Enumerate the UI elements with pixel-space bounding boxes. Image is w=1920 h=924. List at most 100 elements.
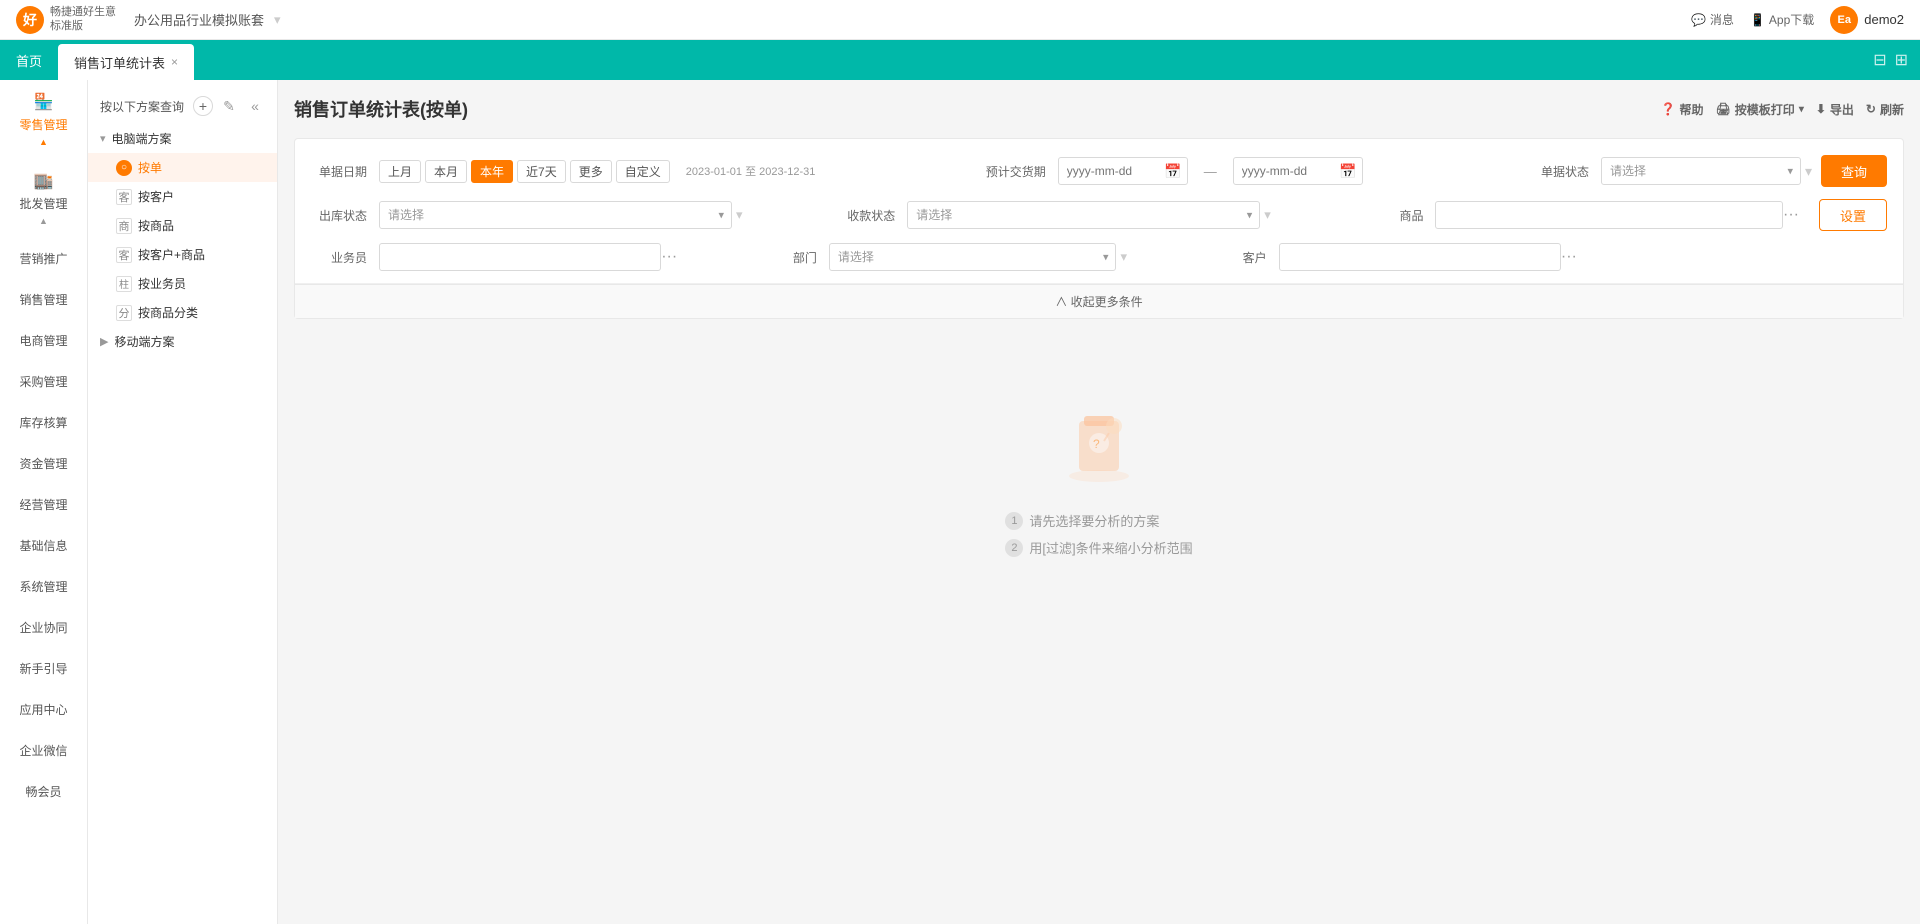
content-area: 按以下方案查询 + ✎ « ▾ 电脑端方案 ○ 按单 客 按客户 (88, 80, 1920, 924)
sidebar-item-finance[interactable]: 资金管理 (0, 443, 87, 484)
message-icon: 💬 (1691, 13, 1706, 27)
add-scheme-button[interactable]: + (193, 96, 213, 116)
settings-button[interactable]: 设置 (1819, 199, 1887, 231)
left-panel: 按以下方案查询 + ✎ « ▾ 电脑端方案 ○ 按单 客 按客户 (88, 80, 278, 924)
tree-item-by-goods-category[interactable]: 分 按商品分类 (88, 298, 277, 327)
query-button[interactable]: 查询 (1821, 155, 1887, 187)
sidebar-item-purchase[interactable]: 采购管理 (0, 361, 87, 402)
export-icon: ⬇ (1816, 102, 1826, 116)
order-scheme-icon: ○ (116, 160, 132, 176)
dept-arrow-icon: ▾ (1120, 249, 1127, 265)
tab-minimize-icon[interactable]: ⊟ (1873, 50, 1886, 70)
tree-item-by-customer-goods[interactable]: 客 按客户+商品 (88, 240, 277, 269)
sidebar-item-marketing[interactable]: 营销推广 (0, 238, 87, 279)
template-print-button[interactable]: 🖨 按模板打印 ▾ (1716, 101, 1804, 118)
status-select[interactable]: 请选择 待审核 已审核 已关闭 (1601, 157, 1801, 185)
message-button[interactable]: 💬 消息 (1691, 11, 1734, 28)
edit-scheme-button[interactable]: ✎ (219, 96, 239, 116)
filter-row-3: 业务员 ··· 部门 请选择 ▾ (311, 243, 1887, 271)
panel-header: 按以下方案查询 + ✎ « (88, 88, 277, 124)
tree-section-pc[interactable]: ▾ 电脑端方案 (88, 124, 277, 153)
logo-area: 好 畅捷通好生意 标准版 (16, 6, 116, 34)
expected-date-from-wrap: 📅 (1058, 157, 1188, 185)
top-bar: 好 畅捷通好生意 标准版 办公用品行业模拟账套 ▾ 💬 消息 📱 App下载 E… (0, 0, 1920, 40)
tree-item-by-goods[interactable]: 商 按商品 (88, 211, 277, 240)
panel-header-label: 按以下方案查询 (100, 98, 184, 115)
tree-item-by-salesperson[interactable]: 柱 按业务员 (88, 269, 277, 298)
sidebar-item-operation[interactable]: 经营管理 (0, 484, 87, 525)
sidebar-item-ecommerce[interactable]: 电商管理 (0, 320, 87, 361)
user-name: demo2 (1864, 12, 1904, 27)
filter-row-1: 单据日期 上月 本月 本年 近7天 更多 自定义 2023-01-01 至 20… (311, 155, 1887, 187)
date-btn-last-month[interactable]: 上月 (379, 160, 421, 183)
tree-item-by-order[interactable]: ○ 按单 (88, 153, 277, 182)
date-btn-this-year[interactable]: 本年 (471, 160, 513, 183)
sidebar-item-retail[interactable]: 🏪 零售管理 ▲ (0, 80, 87, 159)
sales-order-tab-label: 销售订单统计表 (74, 53, 165, 72)
page-title: 销售订单统计表(按单) (294, 96, 468, 122)
customer-input[interactable] (1279, 243, 1561, 271)
stock-arrow-icon: ▾ (736, 207, 743, 223)
sidebar-item-wholesale[interactable]: 🏬 批发管理 ▲ (0, 159, 87, 238)
breadcrumb-title: 办公用品行业模拟账套 (134, 10, 264, 29)
avatar: Ea (1830, 6, 1858, 34)
status-select-wrap: 请选择 待审核 已审核 已关闭 (1601, 157, 1801, 185)
top-bar-left: 好 畅捷通好生意 标准版 办公用品行业模拟账套 ▾ (16, 6, 281, 34)
salesperson-label: 业务员 (311, 249, 367, 266)
sidebar-item-basic[interactable]: 基础信息 (0, 525, 87, 566)
salesperson-scheme-icon: 柱 (116, 276, 132, 292)
sidebar: 🏪 零售管理 ▲ 🏬 批发管理 ▲ 营销推广 销售管理 电商管理 采购管理 库存… (0, 80, 88, 924)
goods-filter-label: 商品 (1367, 207, 1423, 224)
dept-label: 部门 (761, 249, 817, 266)
export-button[interactable]: ⬇ 导出 (1816, 101, 1854, 118)
category-scheme-icon: 分 (116, 305, 132, 321)
dept-select[interactable]: 请选择 (829, 243, 1117, 271)
refresh-button[interactable]: ↻ 刷新 (1866, 101, 1904, 118)
customer-label: 客户 (1211, 249, 1267, 266)
empty-tips: 1 请先选择要分析的方案 2 用[过滤]条件来缩小分析范围 (1005, 511, 1192, 565)
logo-text: 畅捷通好生意 标准版 (50, 6, 116, 32)
print-icon: 🖨 (1716, 102, 1731, 116)
stock-status-select[interactable]: 请选择 (379, 201, 732, 229)
sidebar-item-sales[interactable]: 销售管理 (0, 279, 87, 320)
expected-date-label: 预计交货期 (986, 163, 1046, 180)
filter-area: 单据日期 上月 本月 本年 近7天 更多 自定义 2023-01-01 至 20… (294, 138, 1904, 319)
app-download-button[interactable]: 📱 App下载 (1750, 11, 1814, 28)
tab-sales-order[interactable]: 销售订单统计表 × (58, 44, 194, 80)
filter-row-2: 出库状态 请选择 ▾ 收款状态 (311, 199, 1887, 231)
home-tab-label: 首页 (16, 51, 42, 70)
goods-more-icon[interactable]: ··· (1783, 206, 1799, 224)
date-btn-custom[interactable]: 自定义 (616, 160, 670, 183)
tab-home[interactable]: 首页 (0, 40, 58, 80)
salesperson-more-icon[interactable]: ··· (661, 248, 677, 266)
tree-section-mobile[interactable]: ▶ 移动端方案 (88, 327, 277, 356)
expected-date-to-wrap: 📅 (1233, 157, 1363, 185)
tab-maximize-icon[interactable]: ⊞ (1895, 50, 1908, 70)
date-btn-7days[interactable]: 近7天 (517, 160, 566, 183)
salesperson-input[interactable] (379, 243, 661, 271)
sidebar-item-guide[interactable]: 新手引导 (0, 648, 87, 689)
sidebar-item-wechat[interactable]: 企业微信 (0, 730, 87, 771)
page-title-row: 销售订单统计表(按单) ❓ 帮助 🖨 按模板打印 ▾ ⬇ 导出 (294, 96, 1904, 122)
date-btn-more[interactable]: 更多 (570, 160, 612, 183)
breadcrumb-arrow: ▾ (274, 12, 281, 28)
print-arrow-icon: ▾ (1799, 104, 1804, 115)
sidebar-item-appcenter[interactable]: 应用中心 (0, 689, 87, 730)
sidebar-item-inventory[interactable]: 库存核算 (0, 402, 87, 443)
customer-more-icon[interactable]: ··· (1561, 248, 1577, 266)
collapse-more-button[interactable]: ∧ 收起更多条件 (295, 284, 1903, 318)
date-btn-this-month[interactable]: 本月 (425, 160, 467, 183)
payment-status-select[interactable]: 请选择 (907, 201, 1260, 229)
sidebar-item-member[interactable]: 畅会员 (0, 771, 87, 812)
date-filter-label: 单据日期 (311, 163, 367, 180)
user-menu[interactable]: Ea demo2 (1830, 6, 1904, 34)
date-range-display: 2023-01-01 至 2023-12-31 (686, 163, 816, 179)
help-button[interactable]: ❓ 帮助 (1661, 101, 1704, 118)
sidebar-item-system[interactable]: 系统管理 (0, 566, 87, 607)
sidebar-item-collab[interactable]: 企业协同 (0, 607, 87, 648)
tree-item-by-customer[interactable]: 客 按客户 (88, 182, 277, 211)
collapse-panel-button[interactable]: « (245, 96, 265, 116)
goods-input[interactable] (1435, 201, 1783, 229)
tab-close-icon[interactable]: × (171, 55, 178, 69)
cg-scheme-icon: 客 (116, 247, 132, 263)
